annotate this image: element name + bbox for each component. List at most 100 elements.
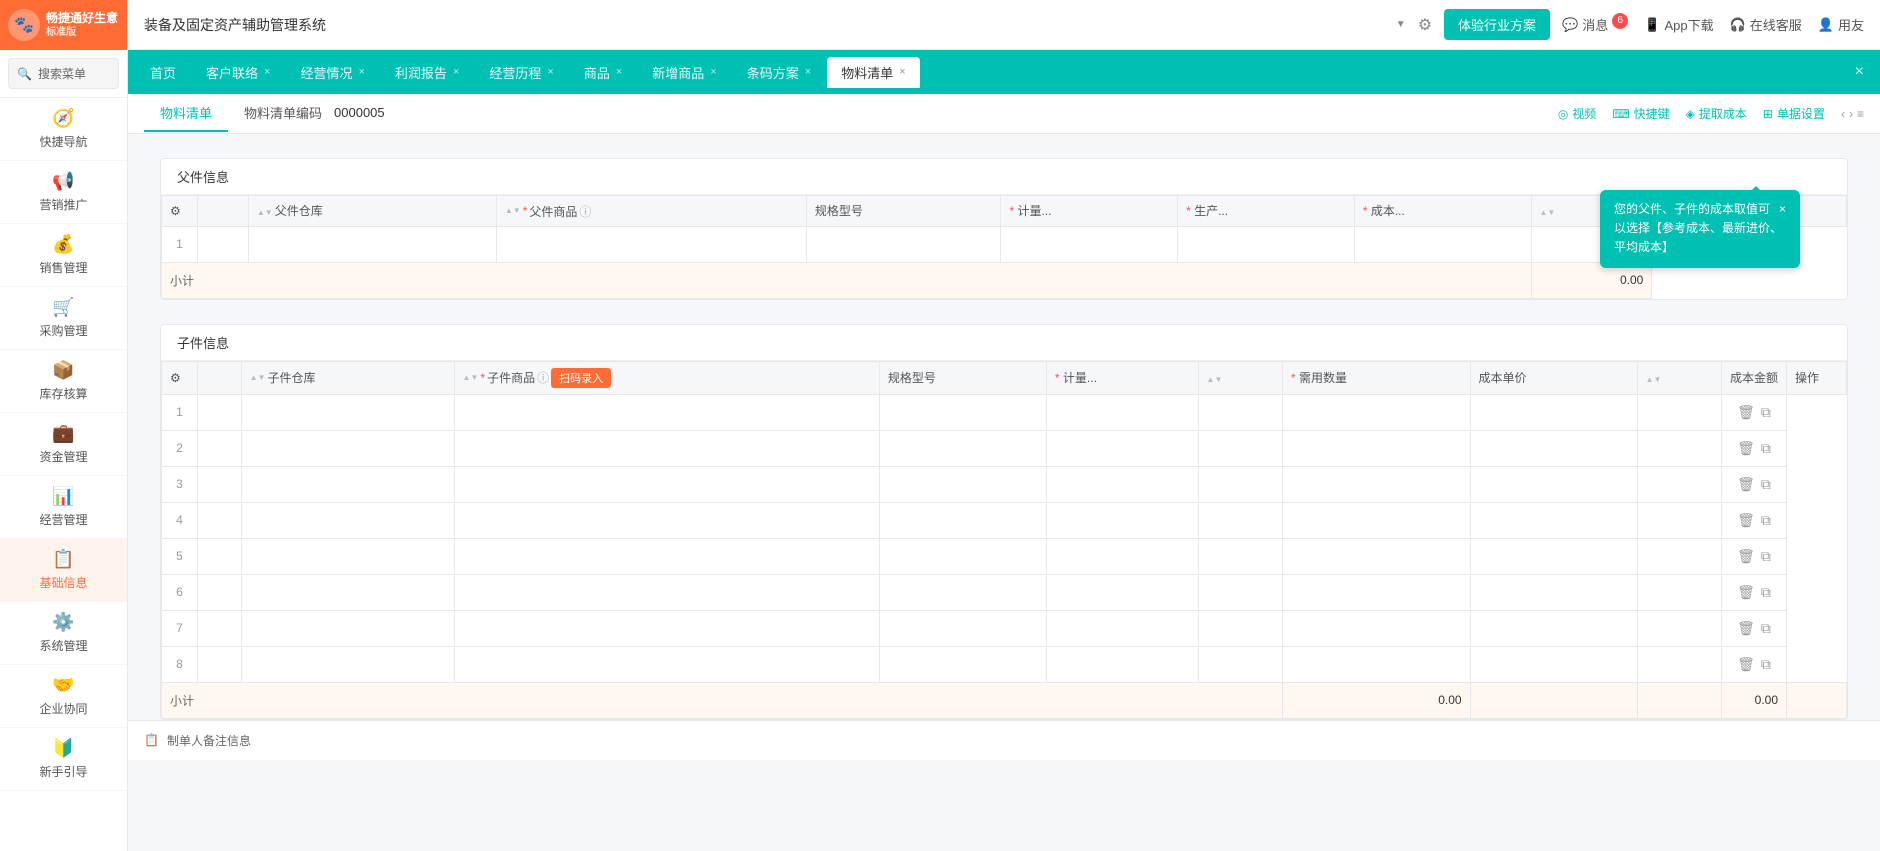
tab-bom[interactable]: 物料清单 × [827,57,919,88]
delete-row-button[interactable]: 🗑 [1737,476,1755,493]
child-cell-cost-price-1[interactable] [1282,394,1470,430]
copy-row-button[interactable]: ⧉ [1761,548,1771,565]
view-action[interactable]: ◎ 视频 [1558,105,1597,122]
child-cell-unit-3[interactable] [879,466,1046,502]
copy-row-button[interactable]: ⧉ [1761,440,1771,457]
delete-row-button[interactable]: 🗑 [1737,620,1755,637]
scan-input-button[interactable]: 扫码录入 [551,368,611,388]
child-cell-warehouse-7[interactable] [198,610,242,646]
tab-profit-close[interactable]: × [453,66,459,78]
child-cell-product-2[interactable] [241,430,454,466]
search-menu-button[interactable]: 🔍 搜索菜单 [8,58,119,89]
sidebar-item-finance[interactable]: 💼 资金管理 [0,413,127,476]
parent-cell-cost[interactable] [1178,226,1355,262]
sidebar-item-guide[interactable]: 🔰 新手引导 [0,728,127,791]
child-cell-unit-5[interactable] [879,538,1046,574]
tab-barcode-close[interactable]: × [805,66,811,78]
tab-history-close[interactable]: × [547,66,553,78]
parent-cell-unit[interactable] [806,226,1001,262]
child-th-settings[interactable]: ⚙ [162,361,198,394]
child-cell-cost-price-8[interactable] [1282,646,1470,682]
parent-cell-spec[interactable] [496,226,806,262]
child-cell-warehouse-2[interactable] [198,430,242,466]
tab-new-goods[interactable]: 新增商品 × [638,57,730,88]
child-cell-cost-price-3[interactable] [1282,466,1470,502]
sidebar-item-basic-info[interactable]: 📋 基础信息 [0,539,127,602]
tab-new-goods-close[interactable]: × [710,66,716,78]
child-cell-cost-price-6[interactable] [1282,574,1470,610]
child-cell-product-1[interactable] [241,394,454,430]
child-cell-product-3[interactable] [241,466,454,502]
child-cell-qty-7[interactable] [1198,610,1282,646]
prev-page-icon[interactable]: ‹ [1841,107,1845,121]
delete-row-button[interactable]: 🗑 [1737,656,1755,673]
tab-home[interactable]: 首页 [136,57,190,88]
extract-cost-action[interactable]: ◈ 提取成本 [1686,105,1747,122]
messages-action[interactable]: 💬 消息 6 [1562,15,1628,34]
delete-row-button[interactable]: 🗑 [1737,584,1755,601]
tooltip-close-button[interactable]: × [1779,200,1786,219]
child-cell-spec-6[interactable] [454,574,879,610]
child-cell-product-4[interactable] [241,502,454,538]
child-cell-cost-price-2[interactable] [1282,430,1470,466]
delete-row-button[interactable]: 🗑 [1737,440,1755,457]
tab-barcode[interactable]: 条码方案 × [733,57,825,88]
child-cell-product-6[interactable] [241,574,454,610]
tab-operations-close[interactable]: × [358,66,364,78]
child-cell-cost-price-7[interactable] [1282,610,1470,646]
child-cell-warehouse-5[interactable] [198,538,242,574]
tab-goods[interactable]: 商品 × [570,57,636,88]
user-action[interactable]: 👤 用友 [1818,15,1864,34]
child-cell-cost-price-5[interactable] [1282,538,1470,574]
tab-operations[interactable]: 经营情况 × [286,57,378,88]
child-cell-spec-3[interactable] [454,466,879,502]
child-cell-qty-4[interactable] [1198,502,1282,538]
child-cell-unit-1[interactable] [879,394,1046,430]
sidebar-item-enterprise[interactable]: 🤝 企业协同 [0,665,127,728]
child-cell-qty-6[interactable] [1198,574,1282,610]
sub-tab-bom-list[interactable]: 物料清单 [144,95,228,132]
child-cell-warehouse-1[interactable] [198,394,242,430]
delete-row-button[interactable]: 🗑 [1737,404,1755,421]
child-cell-qty-2[interactable] [1198,430,1282,466]
topbar-settings-icon[interactable]: ⚙ [1418,15,1432,35]
child-cell-unit-8[interactable] [879,646,1046,682]
sidebar-item-operations[interactable]: 📊 经营管理 [0,476,127,539]
child-cell-warehouse-8[interactable] [198,646,242,682]
tab-history[interactable]: 经营历程 × [475,57,567,88]
child-cell-product-5[interactable] [241,538,454,574]
copy-row-button[interactable]: ⧉ [1761,476,1771,493]
parent-cell-product[interactable] [248,226,496,262]
child-cell-qty-5[interactable] [1198,538,1282,574]
system-dropdown-arrow[interactable]: ▼ [1396,19,1406,30]
child-cell-product-8[interactable] [241,646,454,682]
parent-cell-production[interactable] [1001,226,1178,262]
child-cell-qty-8[interactable] [1198,646,1282,682]
delete-row-button[interactable]: 🗑 [1737,512,1755,529]
shortcut-action[interactable]: ⌨ 快捷键 [1612,105,1669,122]
sidebar-item-system[interactable]: ⚙️ 系统管理 [0,602,127,665]
child-cell-spec-1[interactable] [454,394,879,430]
child-cell-spec-2[interactable] [454,430,879,466]
copy-row-button[interactable]: ⧉ [1761,584,1771,601]
parent-cell-warehouse[interactable] [198,226,249,262]
child-cell-spec-8[interactable] [454,646,879,682]
nav-close-all-button[interactable]: × [1847,59,1872,85]
app-download-action[interactable]: 📱 App下载 [1644,15,1713,34]
copy-row-button[interactable]: ⧉ [1761,620,1771,637]
sidebar-item-marketing[interactable]: 📢 营销推广 [0,161,127,224]
sidebar-item-sales[interactable]: 💰 销售管理 [0,224,127,287]
online-service-action[interactable]: 🎧 在线客服 [1730,15,1802,34]
child-cell-unit-4[interactable] [879,502,1046,538]
parent-th-settings[interactable]: ⚙ [162,196,198,227]
copy-row-button[interactable]: ⧉ [1761,404,1771,421]
child-cell-warehouse-3[interactable] [198,466,242,502]
child-cell-product-7[interactable] [241,610,454,646]
tab-customers[interactable]: 客户联络 × [192,57,284,88]
sidebar-item-purchase[interactable]: 🛒 采购管理 [0,287,127,350]
sidebar-item-inventory[interactable]: 📦 库存核算 [0,350,127,413]
child-cell-unit-7[interactable] [879,610,1046,646]
child-cell-spec-4[interactable] [454,502,879,538]
delete-row-button[interactable]: 🗑 [1737,548,1755,565]
tab-goods-close[interactable]: × [616,66,622,78]
